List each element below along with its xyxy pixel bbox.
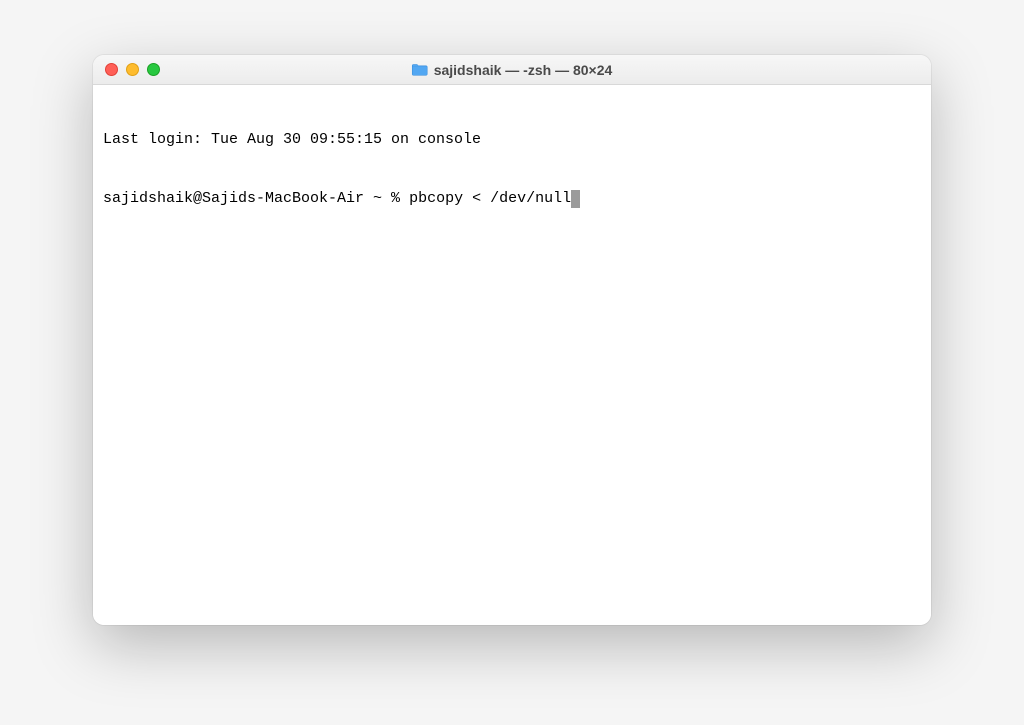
minimize-button[interactable] [126, 63, 139, 76]
window-title: sajidshaik — -zsh — 80×24 [434, 62, 613, 78]
prompt-line: sajidshaik@Sajids-MacBook-Air ~ % pbcopy… [103, 189, 921, 209]
window-title-group: sajidshaik — -zsh — 80×24 [412, 62, 613, 78]
last-login-line: Last login: Tue Aug 30 09:55:15 on conso… [103, 130, 921, 150]
window-titlebar[interactable]: sajidshaik — -zsh — 80×24 [93, 55, 931, 85]
command-input[interactable]: pbcopy < /dev/null [409, 189, 571, 209]
zoom-button[interactable] [147, 63, 160, 76]
shell-prompt: sajidshaik@Sajids-MacBook-Air ~ % [103, 189, 409, 209]
close-button[interactable] [105, 63, 118, 76]
terminal-body[interactable]: Last login: Tue Aug 30 09:55:15 on conso… [93, 85, 931, 625]
folder-icon [412, 63, 428, 76]
traffic-lights [105, 63, 160, 76]
cursor [571, 190, 580, 208]
terminal-window: sajidshaik — -zsh — 80×24 Last login: Tu… [93, 55, 931, 625]
